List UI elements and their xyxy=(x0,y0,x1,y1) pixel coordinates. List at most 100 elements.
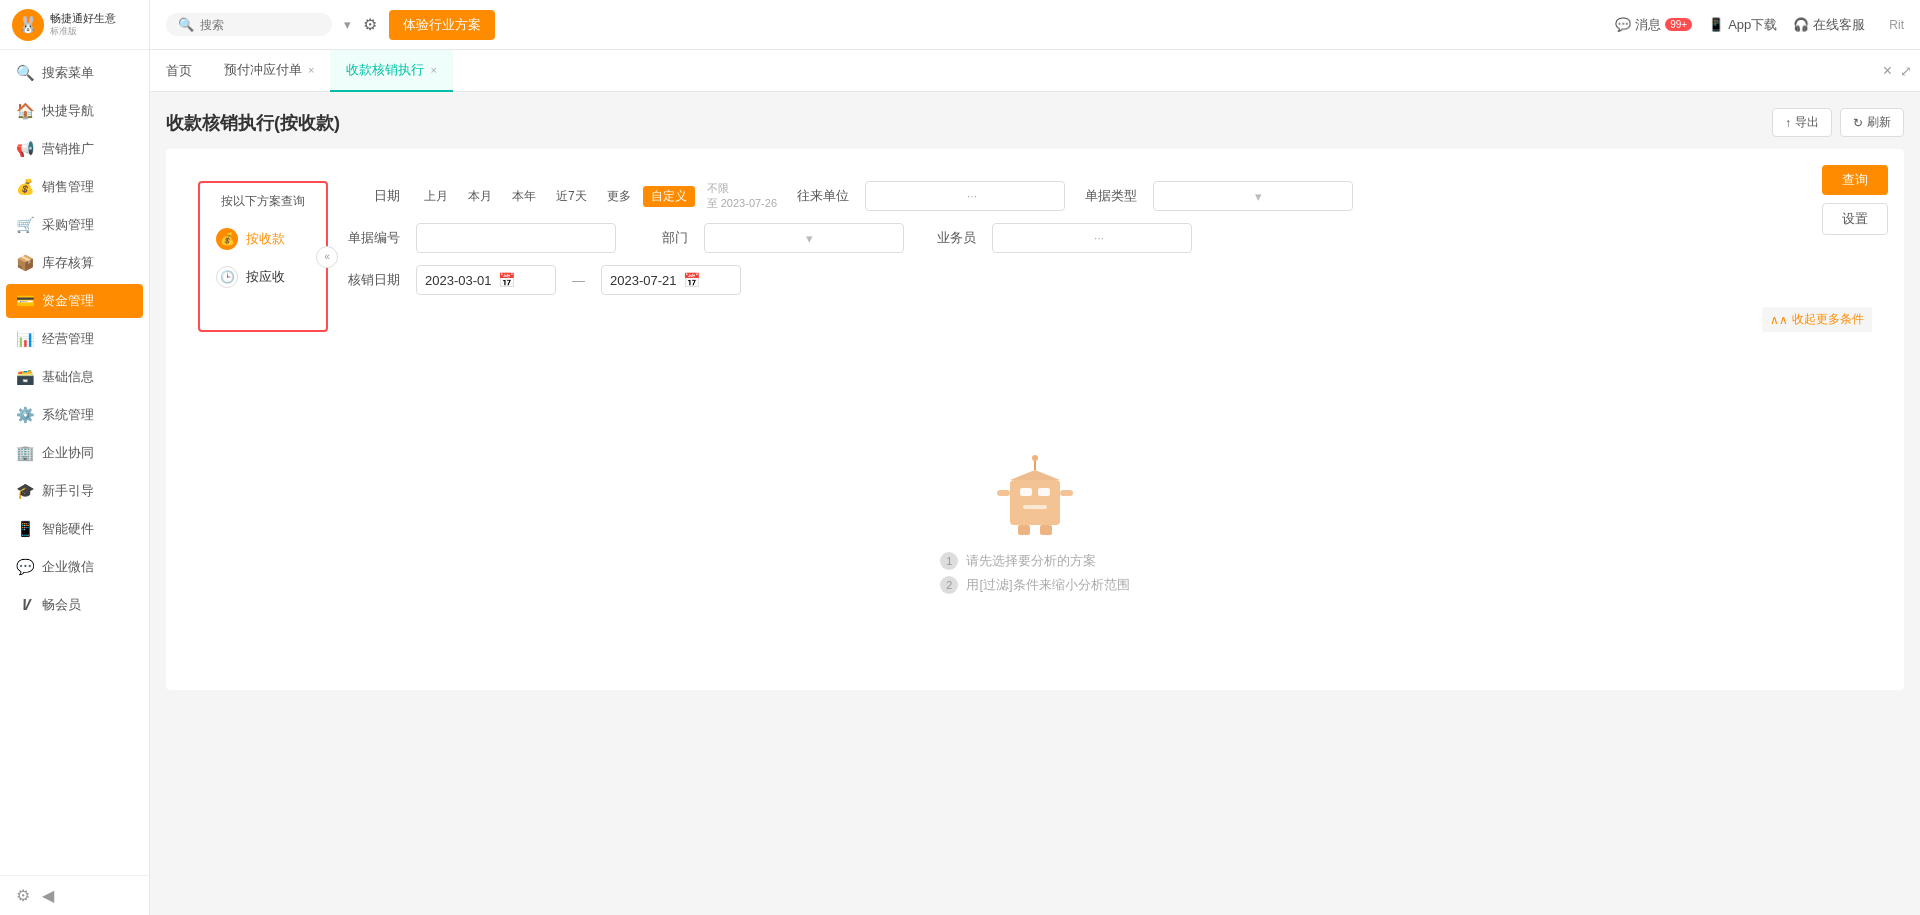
sidebar-item-system[interactable]: ⚙️ 系统管理 xyxy=(0,396,149,434)
sidebar-label-purchase: 采购管理 xyxy=(42,216,94,234)
base-icon: 🗃️ xyxy=(16,368,34,386)
topbar: 🔍 ▾ ⚙ 体验行业方案 💬 消息 99+ 📱 App下载 🎧 在线客服 Rit xyxy=(150,0,1920,50)
sidebar-item-guide[interactable]: 🎓 新手引导 xyxy=(0,472,149,510)
sidebar-label-operation: 经营管理 xyxy=(42,330,94,348)
date-to-text: 至 2023-07-26 xyxy=(707,196,777,211)
app-download-action[interactable]: 📱 App下载 xyxy=(1708,16,1777,34)
sidebar-label-member: 畅会员 xyxy=(42,596,81,614)
tab-receipt-cancel[interactable]: 收款核销执行 × xyxy=(330,50,452,92)
inventory-icon: 📦 xyxy=(16,254,34,272)
svg-rect-6 xyxy=(997,490,1010,496)
filter-sidebar: 按以下方案查询 💰 按收款 🕒 按应收 « xyxy=(198,181,328,332)
sidebar-item-enterprise[interactable]: 🏢 企业协同 xyxy=(0,434,149,472)
shortcut-more[interactable]: 更多 xyxy=(599,186,639,207)
sidebar-item-wechat[interactable]: 💬 企业微信 xyxy=(0,548,149,586)
doc-num-input[interactable] xyxy=(416,223,616,253)
tab-prepay-close-icon[interactable]: × xyxy=(308,64,314,76)
doc-num-label: 单据编号 xyxy=(344,229,400,247)
step-1-number: 1 xyxy=(940,552,958,570)
collapse-more-button[interactable]: ∧∧ 收起更多条件 xyxy=(1762,307,1872,332)
by-receipt-icon: 💰 xyxy=(216,228,238,250)
message-action[interactable]: 💬 消息 99+ xyxy=(1615,16,1692,34)
sidebar-label-wechat: 企业微信 xyxy=(42,558,94,576)
empty-illustration xyxy=(985,440,1085,540)
verify-date-end-input[interactable]: 2023-07-21 📅 xyxy=(601,265,741,295)
topbar-search-box[interactable]: 🔍 xyxy=(166,13,332,36)
tabbar-controls: × ⤢ xyxy=(1875,62,1920,80)
refresh-label: 刷新 xyxy=(1867,114,1891,131)
step-2-number: 2 xyxy=(940,576,958,594)
svg-rect-1 xyxy=(1020,488,1032,496)
app-name: 畅捷通好生意 xyxy=(50,11,116,25)
tab-receipt-cancel-label: 收款核销执行 xyxy=(346,61,424,79)
empty-step-2: 2 用[过滤]条件来缩小分析范围 xyxy=(940,576,1129,594)
search-input[interactable] xyxy=(200,18,320,32)
gear-icon[interactable]: ⚙ xyxy=(363,15,377,34)
online-service-action[interactable]: 🎧 在线客服 xyxy=(1793,16,1865,34)
sidebar-item-purchase[interactable]: 🛒 采购管理 xyxy=(0,206,149,244)
date-no-limit: 不限 xyxy=(707,181,777,196)
tab-home-label: 首页 xyxy=(166,62,192,80)
wechat-icon: 💬 xyxy=(16,558,34,576)
collapse-sidebar-icon[interactable]: ◀ xyxy=(42,886,54,905)
tab-receipt-cancel-close-icon[interactable]: × xyxy=(430,64,436,76)
tab-home[interactable]: 首页 xyxy=(150,50,208,92)
export-button[interactable]: ↑ 导出 xyxy=(1772,108,1832,137)
sidebar-item-member[interactable]: V 畅会员 xyxy=(0,586,149,624)
refresh-button[interactable]: ↻ 刷新 xyxy=(1840,108,1904,137)
counterparty-input[interactable]: ··· xyxy=(865,181,1065,211)
finance-icon: 💳 xyxy=(16,292,34,310)
filter-option-by-receipt[interactable]: 💰 按收款 xyxy=(200,220,326,258)
verify-date-start-input[interactable]: 2023-03-01 📅 xyxy=(416,265,556,295)
sidebar-label-hardware: 智能硬件 xyxy=(42,520,94,538)
shortcut-this-month[interactable]: 本月 xyxy=(460,186,500,207)
svg-point-5 xyxy=(1032,455,1038,461)
sidebar-item-sales[interactable]: 💰 销售管理 xyxy=(0,168,149,206)
salesperson-input[interactable]: ··· xyxy=(992,223,1192,253)
filter-row-2: 单据编号 部门 ▾ 业务员 ··· xyxy=(344,223,1872,253)
filter-row-3: 核销日期 2023-03-01 📅 — 2023-07-21 📅 xyxy=(344,265,1872,295)
shortcut-this-year[interactable]: 本年 xyxy=(504,186,544,207)
member-icon: V xyxy=(16,596,34,614)
tab-close-all-icon[interactable]: × xyxy=(1883,62,1892,80)
sidebar-item-search-menu[interactable]: 🔍 搜索菜单 xyxy=(0,54,149,92)
app-download-label: App下载 xyxy=(1728,16,1777,34)
setting-button[interactable]: 设置 xyxy=(1822,203,1888,235)
empty-steps: 1 请先选择要分析的方案 2 用[过滤]条件来缩小分析范围 xyxy=(940,552,1129,594)
sidebar-item-base[interactable]: 🗃️ 基础信息 xyxy=(0,358,149,396)
tab-expand-icon[interactable]: ⤢ xyxy=(1900,63,1912,79)
content-area: 查询 设置 按以下方案查询 💰 按收款 🕒 按应收 xyxy=(166,149,1904,690)
tab-prepay[interactable]: 预付冲应付单 × xyxy=(208,50,330,92)
industry-solution-button[interactable]: 体验行业方案 xyxy=(389,10,495,40)
calendar-start-icon: 📅 xyxy=(498,272,515,288)
department-label: 部门 xyxy=(632,229,688,247)
query-button[interactable]: 查询 xyxy=(1822,165,1888,195)
app-logo: 🐰 畅捷通好生意 标准版 xyxy=(0,0,149,50)
sidebar-item-quick-nav[interactable]: 🏠 快捷导航 xyxy=(0,92,149,130)
sidebar: 🐰 畅捷通好生意 标准版 🔍 搜索菜单 🏠 快捷导航 📢 营销推广 💰 销售管理… xyxy=(0,0,150,915)
sidebar-item-finance[interactable]: 💳 资金管理 xyxy=(6,284,143,318)
sidebar-item-hardware[interactable]: 📱 智能硬件 xyxy=(0,510,149,548)
settings-icon[interactable]: ⚙ xyxy=(16,886,30,905)
sidebar-item-operation[interactable]: 📊 经营管理 xyxy=(0,320,149,358)
sales-icon: 💰 xyxy=(16,178,34,196)
shortcut-last-month[interactable]: 上月 xyxy=(416,186,456,207)
salesperson-label: 业务员 xyxy=(920,229,976,247)
sidebar-label-quick-nav: 快捷导航 xyxy=(42,102,94,120)
verify-date-end-value: 2023-07-21 xyxy=(610,273,677,288)
sidebar-nav: 🔍 搜索菜单 🏠 快捷导航 📢 营销推广 💰 销售管理 🛒 采购管理 📦 库存核… xyxy=(0,50,149,875)
filter-sidebar-collapse-button[interactable]: « xyxy=(316,246,338,268)
doc-type-chevron-icon: ▾ xyxy=(1255,189,1342,204)
shortcut-custom[interactable]: 自定义 xyxy=(643,186,695,207)
empty-step-1: 1 请先选择要分析的方案 xyxy=(940,552,1129,570)
shortcut-7days[interactable]: 近7天 xyxy=(548,186,595,207)
hardware-icon: 📱 xyxy=(16,520,34,538)
online-service-label: 在线客服 xyxy=(1813,16,1865,34)
sidebar-item-marketing[interactable]: 📢 营销推广 xyxy=(0,130,149,168)
chevron-up-icon: ∧∧ xyxy=(1770,313,1788,327)
sidebar-item-inventory[interactable]: 📦 库存核算 xyxy=(0,244,149,282)
chevron-down-icon[interactable]: ▾ xyxy=(344,17,351,32)
department-dropdown[interactable]: ▾ xyxy=(704,223,904,253)
filter-option-by-receivable[interactable]: 🕒 按应收 xyxy=(200,258,326,296)
doc-type-dropdown[interactable]: ▾ xyxy=(1153,181,1353,211)
